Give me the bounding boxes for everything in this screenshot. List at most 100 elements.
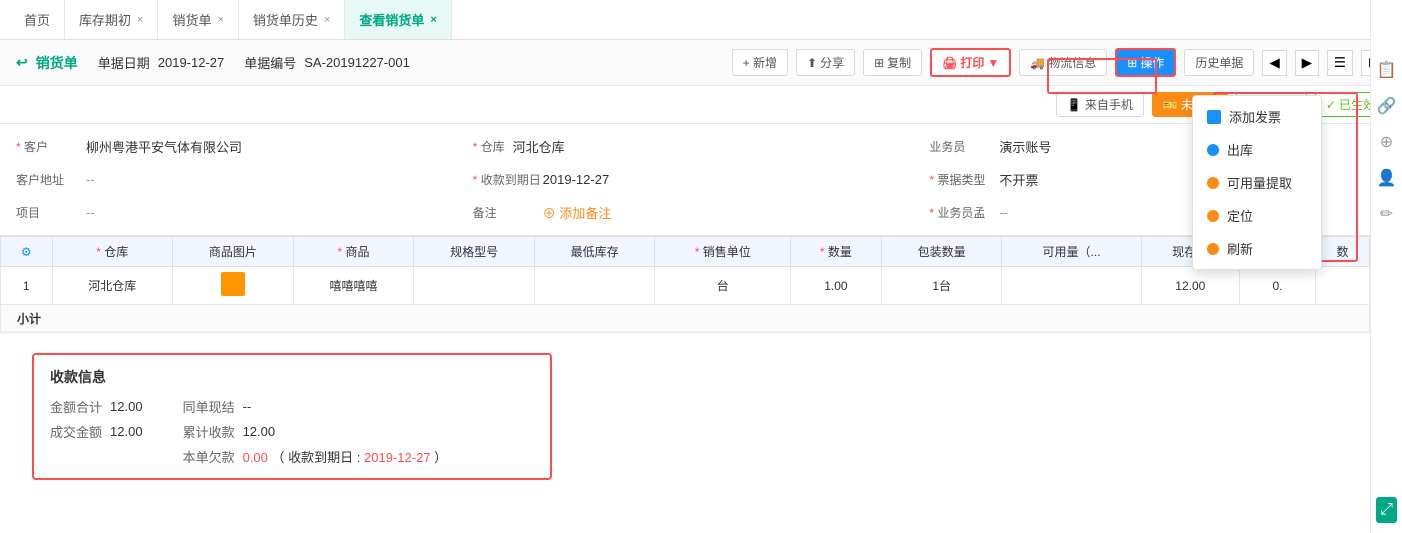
tab-inventory-init[interactable]: 库存期初 × bbox=[65, 0, 158, 39]
tab-sales-order-close[interactable]: × bbox=[217, 14, 223, 26]
current-due-label: 本单欠款 bbox=[183, 447, 235, 466]
tab-bar: 首页 库存期初 × 销货单 × 销货单历史 × 查看销货单 × × bbox=[0, 0, 1402, 40]
col-pkg-qty: 包装数量 bbox=[881, 237, 1002, 267]
due-date-close: ） bbox=[434, 450, 447, 465]
sidebar-doc-icon[interactable]: 📋 bbox=[1377, 60, 1397, 80]
doc-date-label: 单据日期 2019-12-27 bbox=[98, 53, 225, 72]
product-table: ⚙ 仓库 商品图片 商品 规格型号 最低库存 销售单位 数量 包装数量 可用量（… bbox=[0, 236, 1370, 333]
available-pickup-item[interactable]: 可用量提取 bbox=[1193, 166, 1321, 199]
row-warehouse: 河北仓库 bbox=[52, 267, 173, 305]
tab-sales-history-close[interactable]: × bbox=[324, 14, 330, 26]
row-unit: 台 bbox=[655, 267, 790, 305]
prev-button[interactable]: ◀ bbox=[1262, 50, 1286, 76]
project-value: -- bbox=[86, 205, 95, 220]
warehouse-label: 仓库 bbox=[473, 138, 513, 155]
row-product: 嘻嘻嘻嘻 bbox=[293, 267, 414, 305]
tab-view-sales-close[interactable]: × bbox=[430, 14, 436, 26]
payment-due-label: 收款到期日 bbox=[473, 171, 543, 188]
print-dropdown-icon: ▼ bbox=[987, 56, 999, 70]
view-list-button[interactable]: ☰ bbox=[1327, 50, 1353, 76]
row-min-stock bbox=[534, 267, 655, 305]
history-button[interactable]: 历史单据 bbox=[1184, 49, 1254, 76]
tab-sales-history[interactable]: 销货单历史 × bbox=[239, 0, 345, 39]
tab-sales-history-label: 销货单历史 bbox=[253, 10, 318, 29]
address-value: -- bbox=[86, 172, 95, 187]
row-spec bbox=[414, 267, 535, 305]
staff-value: 演示账号 bbox=[999, 137, 1051, 156]
row-qty: 1.00 bbox=[790, 267, 881, 305]
form-row-1: 客户 柳州粤港平安气体有限公司 仓库 河北仓库 业务员 演示账号 bbox=[16, 134, 1386, 159]
subtotal-label: 小计 bbox=[1, 305, 1370, 333]
grid-icon: ⊞ bbox=[1127, 56, 1137, 70]
col-extra: 数 bbox=[1316, 237, 1370, 267]
warehouse-value: 河北仓库 bbox=[513, 137, 565, 156]
salesperson-value: -- bbox=[999, 205, 1008, 220]
share-icon: ⬆ bbox=[807, 56, 817, 70]
refresh-label: 刷新 bbox=[1227, 239, 1253, 258]
sidebar-expand-icon[interactable]: ⤢ bbox=[1376, 497, 1397, 523]
sidebar-add-icon[interactable]: ⊕ bbox=[1380, 132, 1393, 152]
right-sidebar: 📋 🔗 ⊕ 👤 ✏ ⤢ bbox=[1370, 0, 1402, 533]
current-due-item: 本单欠款 0.00 （ 收款到期日 : 2019-12-27 ） bbox=[183, 447, 448, 466]
cumulative-receipt-label: 累计收款 bbox=[183, 422, 235, 441]
row-img bbox=[173, 267, 294, 305]
tab-sales-order[interactable]: 销货单 × bbox=[158, 0, 238, 39]
col-gear[interactable]: ⚙ bbox=[1, 237, 53, 267]
col-available: 可用量（... bbox=[1002, 237, 1141, 267]
transaction-amount-label: 成交金额 bbox=[50, 422, 102, 441]
address-field: 客户地址 -- bbox=[16, 168, 473, 191]
plus-icon: ⊕ bbox=[543, 206, 556, 221]
available-pickup-label: 可用量提取 bbox=[1227, 173, 1292, 192]
warehouse-field: 仓库 河北仓库 bbox=[473, 134, 930, 159]
remark-add[interactable]: ⊕ 添加备注 bbox=[543, 203, 612, 222]
payment-info-title: 收款信息 bbox=[50, 367, 534, 387]
salesperson-label: 业务员孟 bbox=[929, 204, 999, 221]
tab-inventory-init-label: 库存期初 bbox=[79, 10, 131, 29]
due-date-label: 收款到期日 bbox=[288, 450, 353, 465]
current-due-value: 0.00 （ 收款到期日 : 2019-12-27 ） bbox=[243, 447, 448, 466]
sidebar-link-icon[interactable]: 🔗 bbox=[1377, 96, 1397, 116]
due-date-value: 2019-12-27 bbox=[364, 450, 431, 465]
doc-title: ↩ 销货单 bbox=[16, 53, 78, 73]
sidebar-user-icon[interactable]: 👤 bbox=[1377, 168, 1397, 188]
share-button[interactable]: ⬆ 分享 bbox=[796, 49, 855, 76]
amount-total-value: 12.00 bbox=[110, 399, 143, 414]
project-label: 项目 bbox=[16, 204, 86, 221]
tab-sales-order-label: 销货单 bbox=[172, 10, 211, 29]
col-spec: 规格型号 bbox=[414, 237, 535, 267]
add-button[interactable]: + 新增 bbox=[732, 49, 788, 76]
operations-button[interactable]: ⊞ 操作 bbox=[1115, 48, 1176, 77]
tab-view-sales[interactable]: 查看销货单 × bbox=[345, 0, 451, 39]
toolbar-right: + 新增 ⬆ 分享 ⊞ 复制 🖨 打印 ▼ 🚚 物流信息 ⊞ 操作 bbox=[732, 48, 1386, 77]
col-qty: 数量 bbox=[790, 237, 881, 267]
locate-item[interactable]: 定位 bbox=[1193, 199, 1321, 232]
project-field: 项目 -- bbox=[16, 201, 473, 224]
col-unit: 销售单位 bbox=[655, 237, 790, 267]
pickup-icon bbox=[1207, 177, 1219, 189]
payment-info-rows: 金额合计 12.00 成交金额 12.00 同单现结 -- 累计收款 bbox=[50, 397, 534, 466]
outbound-item[interactable]: 出库 bbox=[1193, 133, 1321, 166]
subtotal-row: 小计 bbox=[1, 305, 1370, 333]
copy-button[interactable]: ⊞ 复制 bbox=[863, 49, 922, 76]
transaction-amount-item: 成交金额 12.00 bbox=[50, 422, 143, 441]
tab-inventory-init-close[interactable]: × bbox=[137, 14, 143, 26]
phone-icon: 📱 bbox=[1067, 98, 1082, 112]
logistics-button[interactable]: 🚚 物流信息 bbox=[1019, 49, 1107, 76]
print-icon: 🖨 bbox=[942, 56, 957, 70]
doc-type-icon: ↩ bbox=[16, 54, 28, 71]
same-order-value: -- bbox=[243, 399, 252, 414]
cumulative-receipt-value: 12.00 bbox=[243, 424, 276, 439]
sidebar-edit-icon[interactable]: ✏ bbox=[1380, 204, 1393, 224]
col-warehouse: 仓库 bbox=[52, 237, 173, 267]
remark-field: 备注 ⊕ 添加备注 bbox=[473, 200, 930, 225]
payment-info-box: 收款信息 金额合计 12.00 成交金额 12.00 同单现结 -- bbox=[32, 353, 552, 480]
customer-field: 客户 柳州粤港平安气体有限公司 bbox=[16, 134, 473, 159]
refresh-item[interactable]: 刷新 bbox=[1193, 232, 1321, 265]
due-date-colon: : bbox=[357, 450, 364, 465]
print-button[interactable]: 🖨 打印 ▼ bbox=[930, 48, 1011, 77]
add-invoice-item[interactable]: 添加发票 bbox=[1193, 100, 1321, 133]
next-button[interactable]: ▶ bbox=[1295, 50, 1319, 76]
tab-home[interactable]: 首页 bbox=[10, 0, 65, 39]
from-phone-button[interactable]: 📱 来自手机 bbox=[1056, 92, 1144, 117]
transaction-amount-value: 12.00 bbox=[110, 424, 143, 439]
